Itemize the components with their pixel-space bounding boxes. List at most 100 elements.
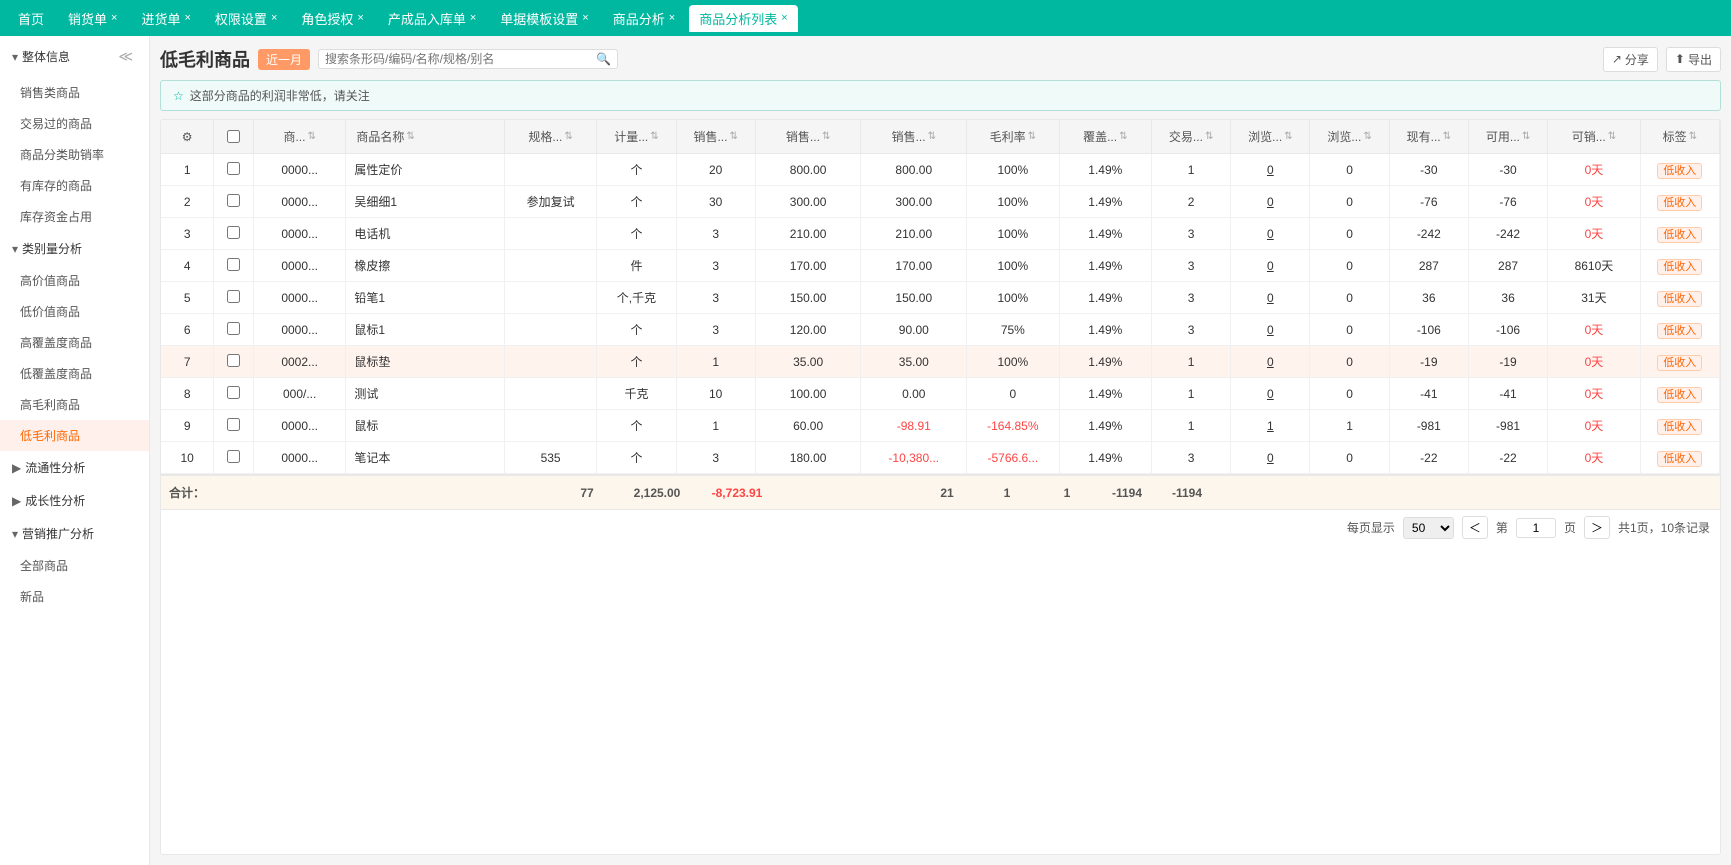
row-checkbox[interactable] (227, 418, 240, 431)
cell-current: -106 (1389, 314, 1468, 346)
nav-purchase-order[interactable]: 进货单 × (131, 5, 200, 32)
search-input[interactable] (325, 52, 592, 66)
page-size-select[interactable]: 50 100 200 (1403, 517, 1454, 539)
sidebar-item-low-margin[interactable]: 低毛利商品 (0, 420, 149, 451)
th-tag[interactable]: 标签⇅ (1640, 120, 1719, 154)
row-checkbox[interactable] (227, 290, 240, 303)
cell-gross-rate: 0 (967, 378, 1059, 410)
cell-check[interactable] (214, 314, 254, 346)
th-sales-qty[interactable]: 销售...⇅ (676, 120, 755, 154)
row-checkbox[interactable] (227, 386, 240, 399)
nav-product-in[interactable]: 产成品入库单 × (378, 5, 486, 32)
nav-close-purchase[interactable]: × (184, 12, 190, 24)
nav-home[interactable]: 首页 (8, 5, 54, 32)
nav-template[interactable]: 单据模板设置 × (490, 5, 598, 32)
search-icon[interactable]: 🔍 (596, 52, 611, 66)
th-available[interactable]: 可用...⇅ (1468, 120, 1547, 154)
th-spec[interactable]: 规格...⇅ (504, 120, 596, 154)
sidebar-item-high-margin[interactable]: 高毛利商品 (0, 389, 149, 420)
row-checkbox[interactable] (227, 162, 240, 175)
row-checkbox[interactable] (227, 450, 240, 463)
sidebar-item-category-rate[interactable]: 商品分类助销率 (0, 139, 149, 170)
cell-browse1[interactable]: 0 (1231, 378, 1310, 410)
sidebar-item-traded[interactable]: 交易过的商品 (0, 108, 149, 139)
row-checkbox[interactable] (227, 226, 240, 239)
cell-check[interactable] (214, 442, 254, 474)
cell-browse1[interactable]: 0 (1231, 186, 1310, 218)
th-settings[interactable]: ⚙ (161, 120, 214, 154)
sidebar-item-high-value[interactable]: 高价值商品 (0, 265, 149, 296)
cell-name: 橡皮擦 (346, 250, 504, 282)
nav-close-sales-order[interactable]: × (111, 12, 117, 24)
th-transaction[interactable]: 交易...⇅ (1152, 120, 1231, 154)
nav-role-auth[interactable]: 角色授权 × (291, 5, 373, 32)
select-all-checkbox[interactable] (227, 130, 240, 143)
row-checkbox[interactable] (227, 354, 240, 367)
th-coverage[interactable]: 覆盖...⇅ (1059, 120, 1151, 154)
cell-check[interactable] (214, 410, 254, 442)
nav-permission[interactable]: 权限设置 × (205, 5, 287, 32)
sidebar-section-category[interactable]: ▾ 类别量分析 (0, 232, 149, 265)
cell-browse1[interactable]: 0 (1231, 346, 1310, 378)
row-checkbox[interactable] (227, 194, 240, 207)
sidebar-item-low-value[interactable]: 低价值商品 (0, 296, 149, 327)
cell-browse1[interactable]: 0 (1231, 218, 1310, 250)
period-button[interactable]: 近一月 (258, 49, 310, 70)
th-browse2[interactable]: 浏览...⇅ (1310, 120, 1389, 154)
nav-product-analysis[interactable]: 商品分析 × (603, 5, 685, 32)
cell-check[interactable] (214, 282, 254, 314)
nav-close-analysis[interactable]: × (669, 12, 675, 24)
th-select-all[interactable] (214, 120, 254, 154)
sidebar-item-new-products[interactable]: 新品 (0, 581, 149, 612)
cell-browse1[interactable]: 0 (1231, 442, 1310, 474)
nav-close-template[interactable]: × (582, 12, 588, 24)
cell-check[interactable] (214, 378, 254, 410)
sidebar-item-all-products[interactable]: 全部商品 (0, 550, 149, 581)
sidebar-section-marketing[interactable]: ▾ 营销推广分析 (0, 517, 149, 550)
cell-gross-rate: 100% (967, 282, 1059, 314)
th-current[interactable]: 现有...⇅ (1389, 120, 1468, 154)
sidebar-item-high-coverage[interactable]: 高覆盖度商品 (0, 327, 149, 358)
prev-page-button[interactable]: ＜ (1462, 516, 1488, 539)
nav-product-analysis-list[interactable]: 商品分析列表 × (689, 5, 797, 32)
sidebar-item-with-stock[interactable]: 有库存的商品 (0, 170, 149, 201)
th-saleable[interactable]: 可销...⇅ (1548, 120, 1640, 154)
page-number-input[interactable] (1516, 518, 1556, 538)
th-sales-profit[interactable]: 销售...⇅ (861, 120, 967, 154)
cell-check[interactable] (214, 346, 254, 378)
cell-check[interactable] (214, 250, 254, 282)
row-checkbox[interactable] (227, 258, 240, 271)
sidebar-collapse-overall[interactable]: ≪ (114, 44, 137, 69)
cell-check[interactable] (214, 154, 254, 186)
th-browse1[interactable]: 浏览...⇅ (1231, 120, 1310, 154)
table-row: 2 0000... 吴细细1 参加复试 个 30 300.00 300.00 1… (161, 186, 1720, 218)
cell-check[interactable] (214, 186, 254, 218)
nav-close-permission[interactable]: × (271, 12, 277, 24)
th-gross-rate[interactable]: 毛利率⇅ (967, 120, 1059, 154)
cell-spec (504, 250, 596, 282)
th-sales-amt[interactable]: 销售...⇅ (755, 120, 861, 154)
cell-browse1[interactable]: 0 (1231, 314, 1310, 346)
nav-close-role[interactable]: × (357, 12, 363, 24)
sidebar-section-growth[interactable]: ▶ 成长性分析 (0, 484, 149, 517)
sidebar-section-circulation[interactable]: ▶ 流通性分析 (0, 451, 149, 484)
th-name[interactable]: 商品名称⇅ (346, 120, 504, 154)
th-unit[interactable]: 计量...⇅ (597, 120, 676, 154)
cell-browse1[interactable]: 1 (1231, 410, 1310, 442)
nav-close-product-in[interactable]: × (470, 12, 476, 24)
cell-browse1[interactable]: 0 (1231, 154, 1310, 186)
sidebar-item-capital[interactable]: 库存资金占用 (0, 201, 149, 232)
share-button[interactable]: ↗ 分享 (1603, 47, 1658, 72)
cell-check[interactable] (214, 218, 254, 250)
sidebar-item-sales-products[interactable]: 销售类商品 (0, 77, 149, 108)
export-button[interactable]: ⬆ 导出 (1666, 47, 1721, 72)
sidebar-item-low-coverage[interactable]: 低覆盖度商品 (0, 358, 149, 389)
next-page-button[interactable]: ＞ (1584, 516, 1610, 539)
cell-browse1[interactable]: 0 (1231, 282, 1310, 314)
row-checkbox[interactable] (227, 322, 240, 335)
nav-close-analysis-list[interactable]: × (781, 12, 787, 24)
nav-sales-order[interactable]: 销货单 × (58, 5, 127, 32)
th-code[interactable]: 商...⇅ (253, 120, 345, 154)
cell-browse1[interactable]: 0 (1231, 250, 1310, 282)
sidebar-section-overall[interactable]: ▾ 整体信息 ≪ (0, 36, 149, 77)
